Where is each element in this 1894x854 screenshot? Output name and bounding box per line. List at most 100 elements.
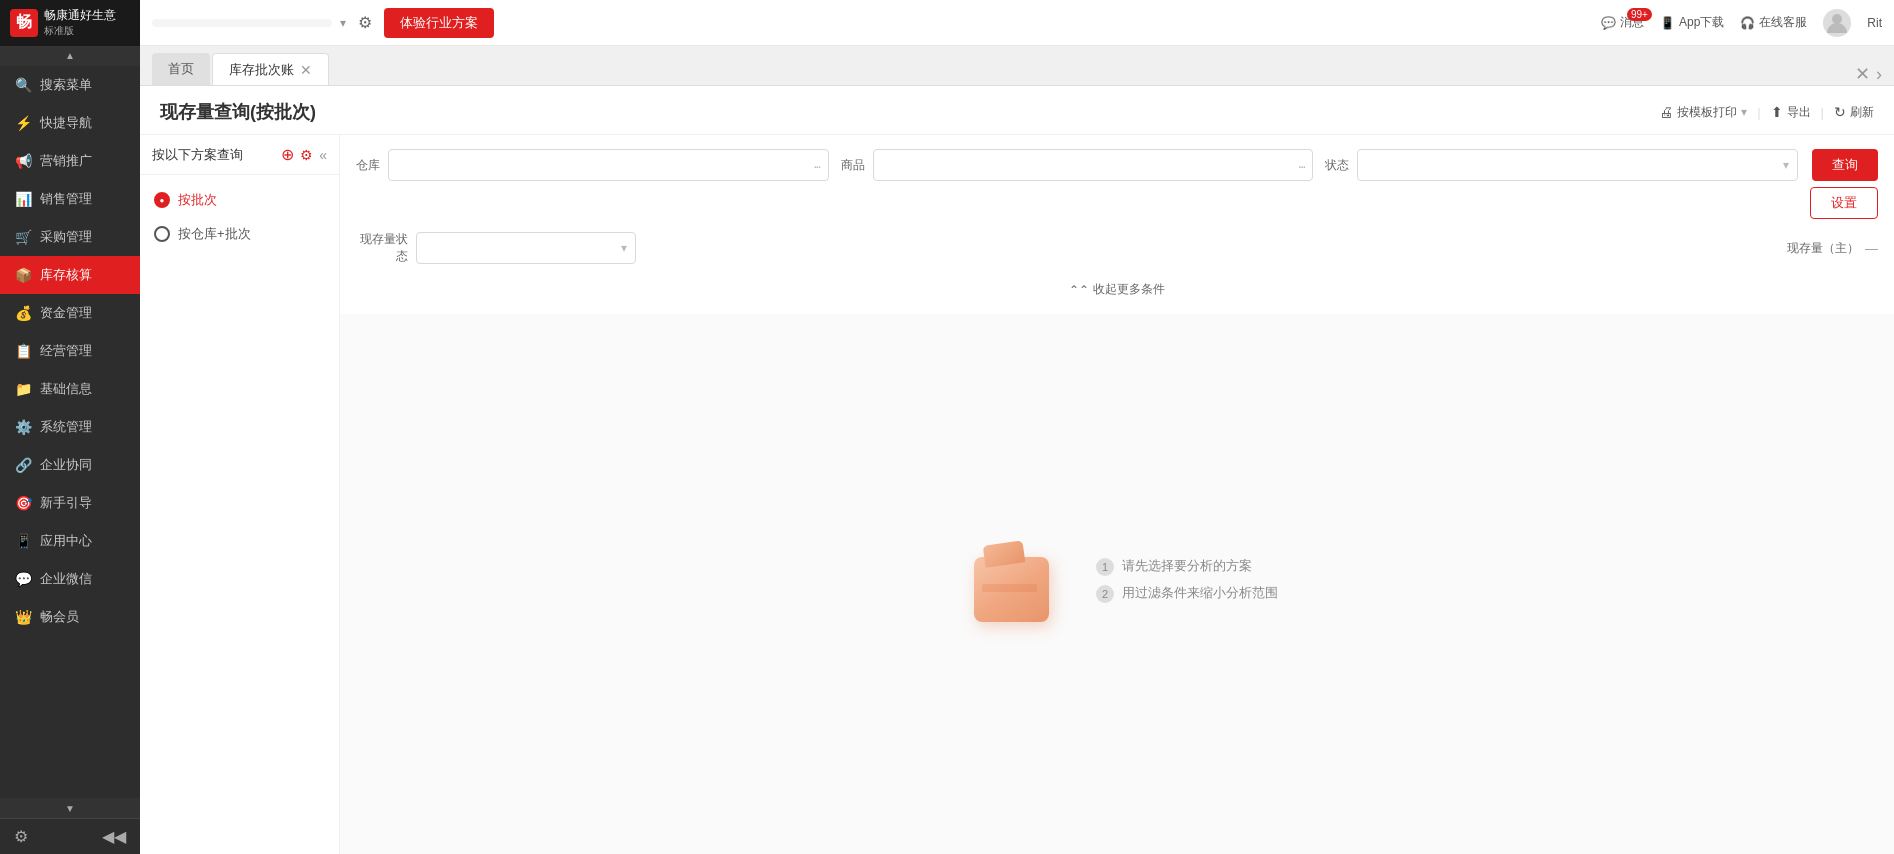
sidebar-item-inventory[interactable]: 📦 库存核算 (0, 256, 140, 294)
sidebar-item-search[interactable]: 🔍 搜索菜单 (0, 66, 140, 104)
status-arrow-icon[interactable]: ▾ (1783, 158, 1789, 172)
filter-grid: 仓库 ··· 商品 ··· (340, 135, 1894, 314)
sidebar-item-finance[interactable]: 💰 资金管理 (0, 294, 140, 332)
sidebar-nav: 🔍 搜索菜单 ⚡ 快捷导航 📢 营销推广 📊 销售管理 🛒 采购管理 📦 库存核… (0, 66, 140, 798)
page-header: 现存量查询(按批次) 🖨 按模板打印 ▾ | ⬆ 导出 | ↻ 刷新 (140, 86, 1894, 135)
scheme-item-batch[interactable]: ● 按批次 (140, 183, 339, 217)
scheme-panel: 按以下方案查询 ⊕ ⚙ « ● 按批次 按仓库+批次 (140, 135, 340, 854)
sidebar-item-label: 新手引导 (40, 494, 92, 512)
newguide-icon: 🎯 (14, 494, 32, 512)
export-icon: ⬆ (1771, 104, 1783, 120)
scheme-settings-icon[interactable]: ⚙ (300, 147, 313, 163)
operations-icon: 📋 (14, 342, 32, 360)
app-download-button[interactable]: 📱 App下载 (1660, 14, 1724, 31)
sidebar-item-marketing[interactable]: 📢 营销推广 (0, 142, 140, 180)
app-download-icon: 📱 (1660, 16, 1675, 30)
sidebar-scroll-down[interactable]: ▼ (0, 798, 140, 818)
empty-step2-text: 用过滤条件来缩小分析范围 (1122, 584, 1278, 602)
message-button[interactable]: 💬 消息 99+ (1601, 14, 1644, 31)
brand-name: 畅康通好生意 (44, 8, 116, 24)
scheme-collapse-icon[interactable]: « (319, 147, 327, 163)
sidebar-item-basic[interactable]: 📁 基础信息 (0, 370, 140, 408)
online-service-button[interactable]: 🎧 在线客服 (1740, 14, 1807, 31)
scheme-item-warehouse-batch[interactable]: 按仓库+批次 (140, 217, 339, 251)
sidebar-item-member[interactable]: 👑 畅会员 (0, 598, 140, 636)
panel-close-icon: ✕ (1855, 63, 1870, 85)
stock-status-select[interactable]: ▾ (416, 232, 636, 264)
settings-button[interactable]: 设置 (1810, 187, 1878, 219)
empty-step1-text: 请先选择要分析的方案 (1122, 557, 1252, 575)
tab-batch[interactable]: 库存批次账 ✕ (212, 53, 329, 85)
sidebar-item-label: 采购管理 (40, 228, 92, 246)
brand-sub: 标准版 (44, 24, 116, 38)
export-button[interactable]: ⬆ 导出 (1771, 104, 1811, 121)
enterprise-icon: 🔗 (14, 456, 32, 474)
sidebar-item-label: 基础信息 (40, 380, 92, 398)
stock-status-arrow-icon[interactable]: ▾ (621, 241, 627, 255)
user-name[interactable]: Rit (1867, 16, 1882, 30)
tab-close-icon[interactable]: ✕ (300, 63, 312, 77)
topbar-gear-icon[interactable]: ⚙ (358, 13, 372, 32)
sidebar-item-system[interactable]: ⚙️ 系统管理 (0, 408, 140, 446)
query-button[interactable]: 查询 (1812, 149, 1878, 181)
trial-button[interactable]: 体验行业方案 (384, 8, 494, 38)
sidebar-settings-icon[interactable]: ⚙ (14, 827, 28, 846)
goods-label: 商品 (841, 157, 873, 174)
print-chevron-icon[interactable]: ▾ (1741, 105, 1747, 119)
sidebar-item-label: 快捷导航 (40, 114, 92, 132)
status-label: 状态 (1325, 157, 1357, 174)
tab-home[interactable]: 首页 (152, 53, 210, 85)
empty-inner: 1 请先选择要分析的方案 2 用过滤条件来缩小分析范围 (956, 529, 1278, 639)
scheme-list: ● 按批次 按仓库+批次 (140, 175, 339, 854)
message-icon: 💬 (1601, 16, 1616, 30)
sidebar-scroll-up[interactable]: ▲ (0, 46, 140, 66)
sidebar-item-purchase[interactable]: 🛒 采购管理 (0, 218, 140, 256)
user-avatar (1823, 9, 1851, 37)
refresh-button[interactable]: ↻ 刷新 (1834, 104, 1874, 121)
sidebar-item-label: 库存核算 (40, 266, 92, 284)
stock-qty-label: 现存量（主） (1787, 240, 1859, 257)
sidebar: 畅 畅康通好生意 标准版 ▲ 🔍 搜索菜单 ⚡ 快捷导航 📢 营销推广 📊 销售… (0, 0, 140, 854)
sidebar-item-label: 畅会员 (40, 608, 79, 626)
scheme-title: 按以下方案查询 (152, 146, 275, 164)
topbar-search-area[interactable] (152, 19, 332, 27)
collapse-more-button[interactable]: ⌃⌃ 收起更多条件 (356, 273, 1878, 306)
warehouse-label: 仓库 (356, 157, 388, 174)
refresh-label: 刷新 (1850, 104, 1874, 121)
stock-status-label: 现存量状态 (356, 231, 416, 265)
scheme-add-icon[interactable]: ⊕ (281, 145, 294, 164)
stock-qty-dash: — (1865, 241, 1878, 256)
tab-bar: 首页 库存批次账 ✕ ✕ › (140, 46, 1894, 86)
warehouse-field: 仓库 ··· (356, 149, 829, 181)
goods-dots-icon[interactable]: ··· (1298, 157, 1305, 174)
page-header-actions: 🖨 按模板打印 ▾ | ⬆ 导出 | ↻ 刷新 (1659, 104, 1874, 121)
sidebar-item-operations[interactable]: 📋 经营管理 (0, 332, 140, 370)
marketing-icon: 📢 (14, 152, 32, 170)
sidebar-item-newguide[interactable]: 🎯 新手引导 (0, 484, 140, 522)
sidebar-item-enterprise[interactable]: 🔗 企业协同 (0, 446, 140, 484)
sidebar-item-label: 搜索菜单 (40, 76, 92, 94)
tab-bar-chevron-icon[interactable]: › (1876, 64, 1882, 85)
empty-step-2: 2 用过滤条件来缩小分析范围 (1096, 584, 1278, 603)
filter-main: 仓库 ··· 商品 ··· (340, 135, 1894, 854)
sidebar-item-label: 资金管理 (40, 304, 92, 322)
warehouse-input[interactable]: ··· (388, 149, 829, 181)
page-title: 现存量查询(按批次) (160, 100, 316, 124)
sidebar-item-wechat[interactable]: 💬 企业微信 (0, 560, 140, 598)
sidebar-item-sales[interactable]: 📊 销售管理 (0, 180, 140, 218)
print-template-button[interactable]: 🖨 按模板打印 ▾ (1659, 104, 1747, 121)
goods-input[interactable]: ··· (873, 149, 1314, 181)
sidebar-item-quicknav[interactable]: ⚡ 快捷导航 (0, 104, 140, 142)
status-select[interactable]: ▾ (1357, 149, 1798, 181)
box-line (982, 584, 1037, 592)
action-buttons: 查询 设置 (1810, 149, 1878, 219)
sidebar-collapse-icon[interactable]: ◀◀ (102, 827, 126, 846)
tab-panel-close-button[interactable]: ✕ (1855, 63, 1870, 85)
empty-step-1: 1 请先选择要分析的方案 (1096, 557, 1278, 576)
sidebar-item-appcenter[interactable]: 📱 应用中心 (0, 522, 140, 560)
warehouse-dots-icon[interactable]: ··· (813, 157, 820, 174)
page-content: 现存量查询(按批次) 🖨 按模板打印 ▾ | ⬆ 导出 | ↻ 刷新 (140, 86, 1894, 854)
topbar-chevron-icon[interactable]: ▾ (340, 16, 346, 30)
print-label: 按模板打印 (1677, 104, 1737, 121)
headset-icon: 🎧 (1740, 16, 1755, 30)
